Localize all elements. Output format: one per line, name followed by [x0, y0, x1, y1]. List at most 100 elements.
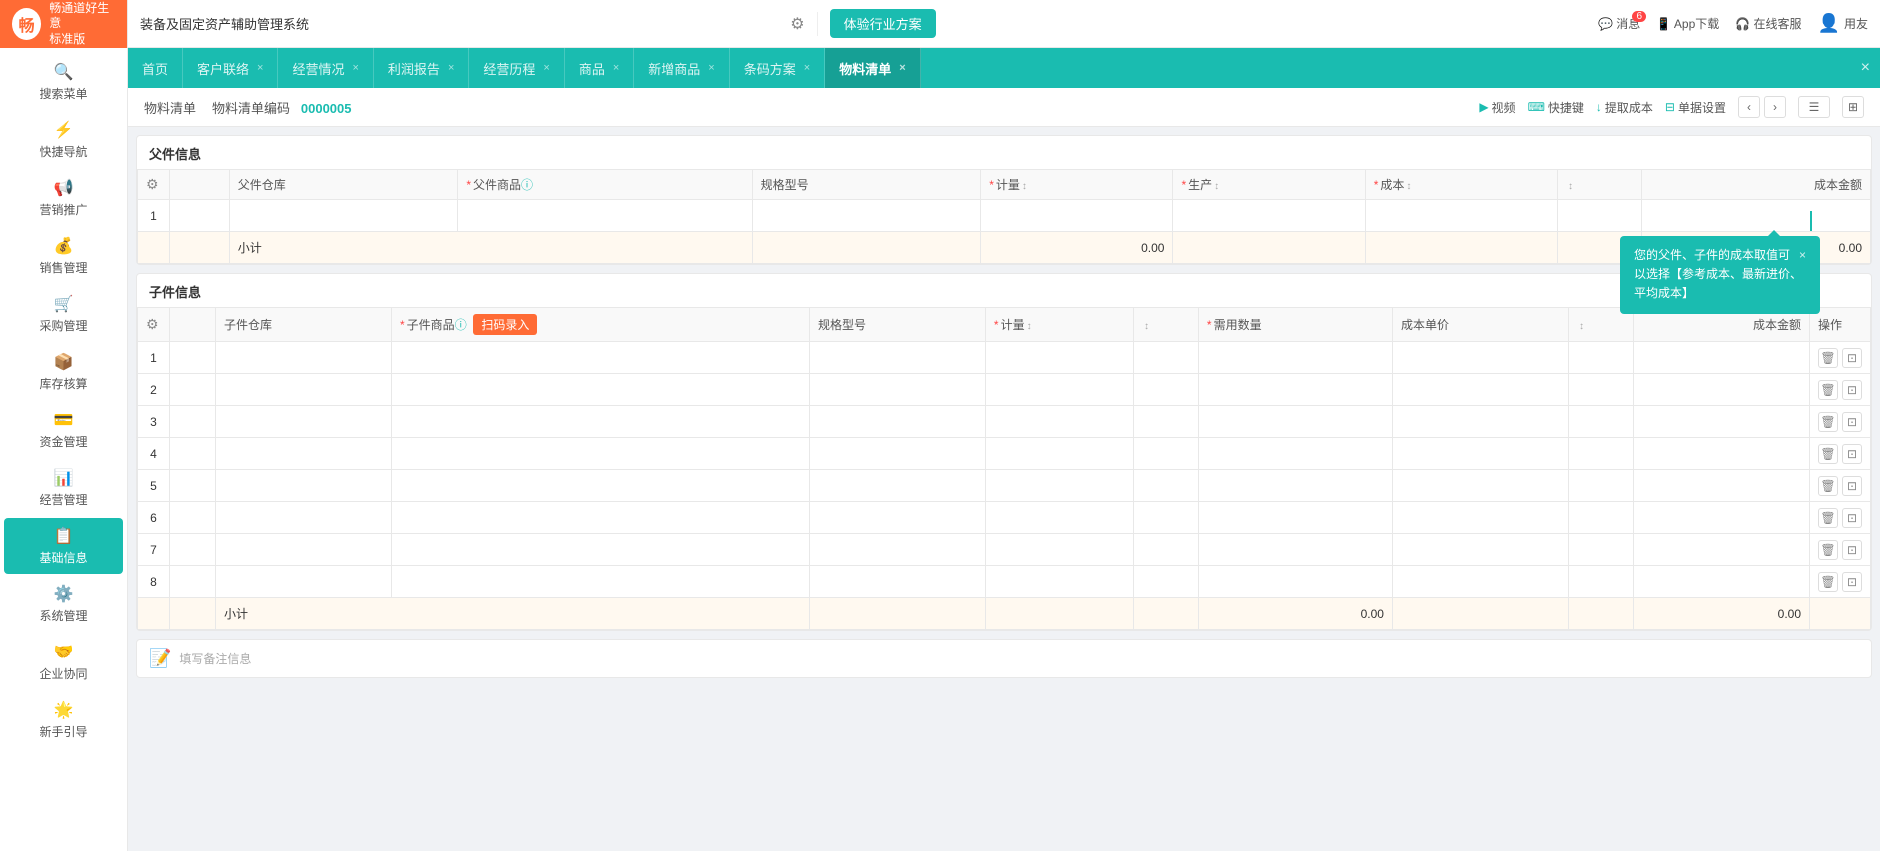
child-cell-unit-price-4[interactable]	[1392, 438, 1568, 470]
copy-btn-4[interactable]: ⊡	[1842, 444, 1862, 464]
tab-history[interactable]: 经营历程 ×	[469, 48, 564, 88]
gear-icon[interactable]: ⚙	[790, 14, 804, 34]
close-tab-barcode[interactable]: ×	[804, 62, 810, 74]
grid-settings-icon[interactable]: ⚙	[146, 176, 159, 192]
parent-cell-warehouse-1[interactable]	[229, 200, 458, 232]
child-cell-unit-8[interactable]	[985, 566, 1133, 598]
close-tab-customer[interactable]: ×	[257, 62, 263, 74]
note-placeholder[interactable]: 填写备注信息	[179, 650, 251, 667]
delete-btn-2[interactable]: 🗑	[1818, 380, 1838, 400]
experience-btn[interactable]: 体验行业方案	[830, 9, 936, 38]
tooltip-close-btn[interactable]: ×	[1799, 246, 1806, 265]
child-cell-unit-5[interactable]	[985, 470, 1133, 502]
delete-btn-4[interactable]: 🗑	[1818, 444, 1838, 464]
child-cell-spec-4[interactable]	[809, 438, 985, 470]
child-cell-product-4[interactable]	[392, 438, 810, 470]
child-cell-unit-3[interactable]	[985, 406, 1133, 438]
child-cell-warehouse-6[interactable]	[216, 502, 392, 534]
child-cell-qty-4[interactable]	[1198, 438, 1392, 470]
view-action[interactable]: ▶ 视频	[1479, 99, 1515, 116]
child-cell-qty-1[interactable]	[1198, 342, 1392, 374]
copy-btn-2[interactable]: ⊡	[1842, 380, 1862, 400]
online-service-link[interactable]: 🎧 在线客服	[1735, 15, 1801, 32]
list-view-btn[interactable]: ☰	[1798, 96, 1830, 118]
single-settings-action[interactable]: ⊟ 单据设置	[1665, 99, 1726, 116]
close-tab-profit[interactable]: ×	[448, 62, 454, 74]
parent-cell-cost-1[interactable]	[1365, 200, 1557, 232]
sidebar-item-basic-info[interactable]: 📋 基础信息	[4, 518, 123, 574]
child-cell-product-5[interactable]	[392, 470, 810, 502]
child-cell-unit-6[interactable]	[985, 502, 1133, 534]
child-cell-spec-8[interactable]	[809, 566, 985, 598]
parent-cell-product-1[interactable]	[458, 200, 752, 232]
close-tab-new-goods[interactable]: ×	[708, 62, 714, 74]
delete-btn-6[interactable]: 🗑	[1818, 508, 1838, 528]
child-cell-unit-price-8[interactable]	[1392, 566, 1568, 598]
sidebar-item-enterprise[interactable]: 🤝 企业协同	[4, 634, 123, 690]
user-avatar[interactable]: 👤 用友	[1818, 13, 1868, 34]
child-cell-warehouse-5[interactable]	[216, 470, 392, 502]
tab-new-goods[interactable]: 新增商品 ×	[634, 48, 729, 88]
sidebar-item-sales[interactable]: 💰 销售管理	[4, 228, 123, 284]
tab-customer[interactable]: 客户联络 ×	[183, 48, 278, 88]
close-tab-goods[interactable]: ×	[613, 62, 619, 74]
child-cell-spec-2[interactable]	[809, 374, 985, 406]
child-cell-unit-2[interactable]	[985, 374, 1133, 406]
tab-barcode[interactable]: 条码方案 ×	[730, 48, 825, 88]
child-cell-qty-2[interactable]	[1198, 374, 1392, 406]
delete-btn-5[interactable]: 🗑	[1818, 476, 1838, 496]
sidebar-item-finance[interactable]: 💳 资金管理	[4, 402, 123, 458]
tab-home[interactable]: 首页	[128, 48, 183, 88]
sidebar-item-operations[interactable]: 📊 经营管理	[4, 460, 123, 516]
child-cell-product-2[interactable]	[392, 374, 810, 406]
message-badge[interactable]: 💬 消息 6	[1598, 15, 1640, 32]
close-tab-business[interactable]: ×	[352, 62, 358, 74]
child-cell-spec-7[interactable]	[809, 534, 985, 566]
sidebar-item-quick-nav[interactable]: ⚡ 快捷导航	[4, 112, 123, 168]
child-cell-product-6[interactable]	[392, 502, 810, 534]
child-cell-warehouse-2[interactable]	[216, 374, 392, 406]
copy-btn-6[interactable]: ⊡	[1842, 508, 1862, 528]
child-cell-spec-6[interactable]	[809, 502, 985, 534]
sidebar-item-search[interactable]: 🔍 搜索菜单	[4, 54, 123, 110]
delete-btn-1[interactable]: 🗑	[1818, 348, 1838, 368]
child-cell-unit-7[interactable]	[985, 534, 1133, 566]
sidebar-item-purchase[interactable]: 🛒 采购管理	[4, 286, 123, 342]
child-cell-unit-price-6[interactable]	[1392, 502, 1568, 534]
expand-btn[interactable]: ⊞	[1842, 96, 1864, 118]
child-cell-spec-3[interactable]	[809, 406, 985, 438]
child-cell-warehouse-8[interactable]	[216, 566, 392, 598]
shortcut-action[interactable]: ⌨ 快捷键	[1528, 99, 1584, 116]
child-cell-unit-4[interactable]	[985, 438, 1133, 470]
sidebar-item-inventory[interactable]: 📦 库存核算	[4, 344, 123, 400]
sidebar-item-guide[interactable]: 🌟 新手引导	[4, 692, 123, 748]
child-cell-qty-6[interactable]	[1198, 502, 1392, 534]
child-cell-unit-price-2[interactable]	[1392, 374, 1568, 406]
extract-cost-action[interactable]: ↓ 提取成本	[1596, 99, 1653, 116]
child-cell-warehouse-3[interactable]	[216, 406, 392, 438]
child-cell-unit-price-1[interactable]	[1392, 342, 1568, 374]
child-cell-qty-8[interactable]	[1198, 566, 1392, 598]
child-cell-product-3[interactable]	[392, 406, 810, 438]
sidebar-item-marketing[interactable]: 📢 营销推广	[4, 170, 123, 226]
child-cell-spec-1[interactable]	[809, 342, 985, 374]
child-cell-unit-price-5[interactable]	[1392, 470, 1568, 502]
delete-btn-8[interactable]: 🗑	[1818, 572, 1838, 592]
app-download-link[interactable]: 📱 App下载	[1656, 15, 1719, 32]
child-cell-unit-1[interactable]	[985, 342, 1133, 374]
delete-btn-3[interactable]: 🗑	[1818, 412, 1838, 432]
copy-btn-3[interactable]: ⊡	[1842, 412, 1862, 432]
delete-btn-7[interactable]: 🗑	[1818, 540, 1838, 560]
child-cell-unit-price-3[interactable]	[1392, 406, 1568, 438]
tab-bom[interactable]: 物料清单 ×	[825, 48, 920, 88]
close-tab-bom[interactable]: ×	[899, 62, 905, 74]
child-cell-qty-5[interactable]	[1198, 470, 1392, 502]
child-grid-settings-icon[interactable]: ⚙	[146, 316, 159, 332]
tab-goods[interactable]: 商品 ×	[565, 48, 634, 88]
copy-btn-8[interactable]: ⊡	[1842, 572, 1862, 592]
child-cell-qty-3[interactable]	[1198, 406, 1392, 438]
copy-btn-7[interactable]: ⊡	[1842, 540, 1862, 560]
close-tab-history[interactable]: ×	[543, 62, 549, 74]
child-cell-warehouse-4[interactable]	[216, 438, 392, 470]
child-cell-product-8[interactable]	[392, 566, 810, 598]
